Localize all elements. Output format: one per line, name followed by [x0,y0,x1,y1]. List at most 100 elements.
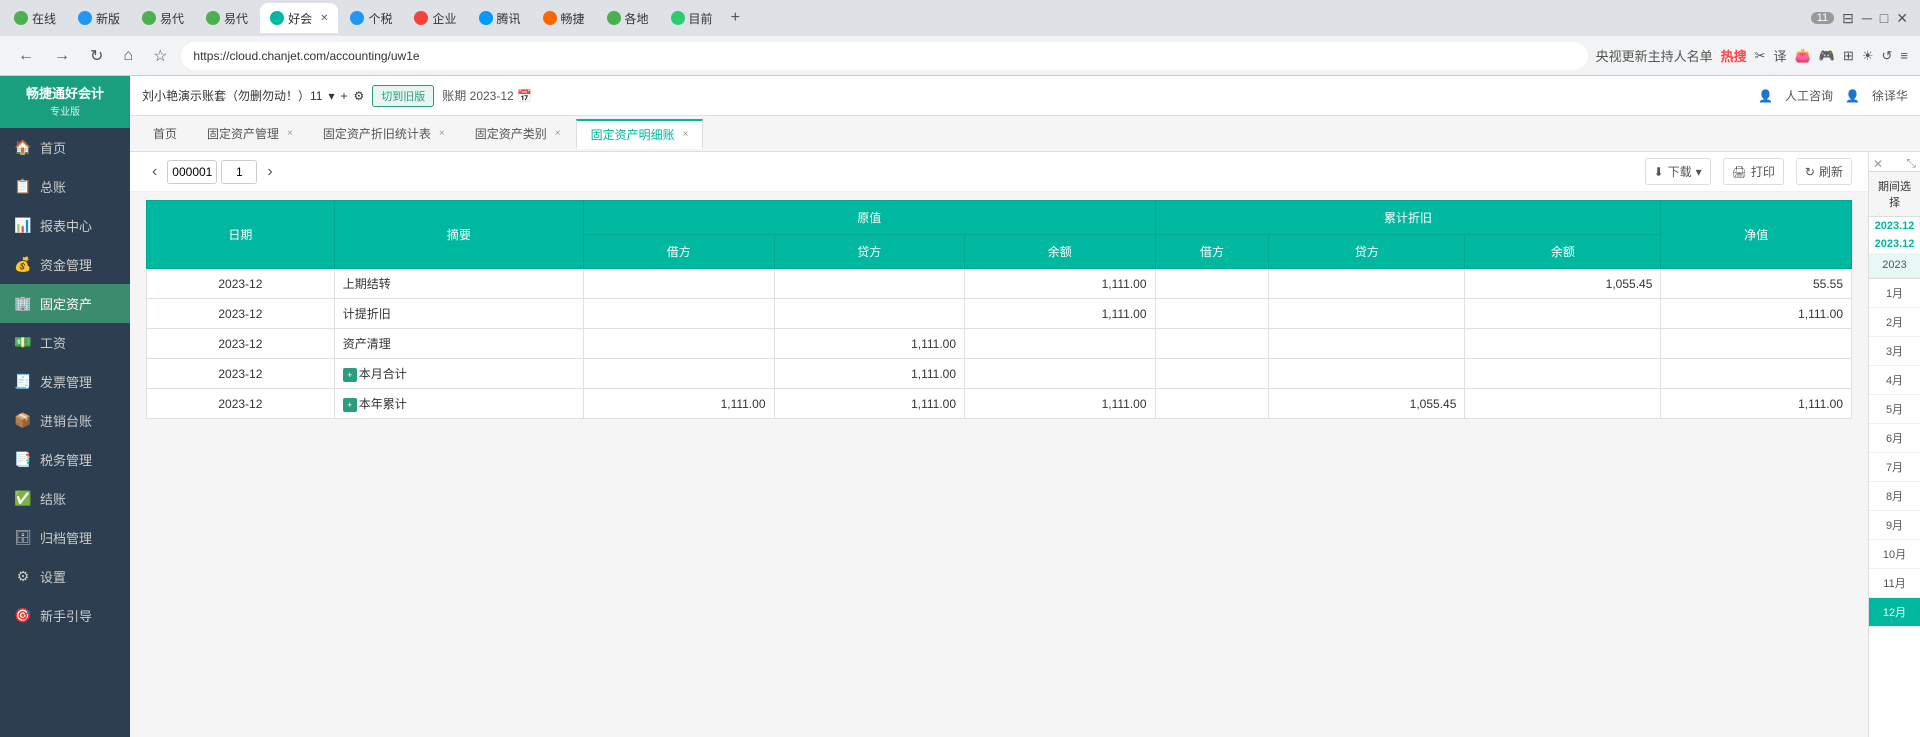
row5-accum-credit: 1,055.45 [1269,389,1465,419]
expand-panel-icon[interactable]: ⤡ [1906,156,1916,171]
sidebar-item-sales-ledger[interactable]: 📦 进销台账 [0,401,130,440]
period-month-1[interactable]: 1月 [1869,279,1920,308]
wallet-icon[interactable]: 👛 [1795,48,1811,64]
prev-page-button[interactable]: ‹ [146,161,163,183]
browser-tab-3[interactable]: 易代 [132,3,194,33]
row1-orig-credit [774,269,965,299]
sidebar-item-funds[interactable]: 💰 资金管理 [0,245,130,284]
period-month-7[interactable]: 7月 [1869,453,1920,482]
calendar-icon[interactable]: 📅 [517,89,532,103]
refresh-button[interactable]: ↻ 刷新 [1796,158,1852,185]
row3-orig-debit [583,329,774,359]
close-window-icon[interactable]: ✕ [1896,10,1908,27]
add-company-btn[interactable]: + [341,89,348,103]
download-button[interactable]: ⬇ 下载 ▾ [1645,158,1711,185]
browser-tab-11[interactable]: 目前 [661,3,723,33]
tab-favicon-3 [142,11,156,25]
menu-icon[interactable]: ≡ [1900,48,1908,63]
address-input[interactable] [181,42,1587,70]
sidebar-item-payroll[interactable]: 💵 工资 [0,323,130,362]
grid-icon[interactable]: ⊞ [1843,48,1854,64]
period-month-12[interactable]: 12月 [1869,598,1920,627]
period-year-2023[interactable]: 2023 [1869,253,1920,279]
tab-home[interactable]: 首页 [138,119,192,149]
brightness-icon[interactable]: ☀ [1862,48,1874,64]
consult-label[interactable]: 人工咨询 [1785,87,1833,104]
user-name[interactable]: 徐译华 [1872,87,1908,104]
sidebar-item-fixed-assets[interactable]: 🏢 固定资产 [0,284,130,323]
minimize-icon[interactable]: ─ [1862,10,1872,26]
refresh-icon: ↻ [1805,165,1815,179]
period-month-5[interactable]: 5月 [1869,395,1920,424]
browser-tab-2[interactable]: 新版 [68,3,130,33]
tab-close-fixed-asset-management[interactable]: × [287,128,293,139]
sidebar-item-close-period[interactable]: ✅ 结账 [0,479,130,518]
tab-close-depreciation-stats[interactable]: × [439,128,445,139]
sidebar-item-archive[interactable]: 🗄 归档管理 [0,518,130,557]
next-page-button[interactable]: › [261,161,278,183]
browser-tab-8[interactable]: 腾讯 [469,3,531,33]
reload-button[interactable]: ↻ [84,44,109,68]
page-num-input[interactable] [221,160,257,184]
pagination-area: ‹ › [146,160,279,184]
period-month-6[interactable]: 6月 [1869,424,1920,453]
browser-tab-5[interactable]: 好会 ✕ [260,3,338,33]
sidebar-item-tax[interactable]: 📑 税务管理 [0,440,130,479]
sidebar-item-guide[interactable]: 🎯 新手引导 [0,596,130,635]
row1-orig-debit [583,269,774,299]
forward-button[interactable]: → [48,45,76,67]
settings-company-btn[interactable]: ⚙ [354,89,365,103]
tab-close-asset-category[interactable]: × [555,128,561,139]
period-year-label[interactable]: 2023 [1869,253,1920,278]
period-month-9[interactable]: 9月 [1869,511,1920,540]
close-panel-icon[interactable]: ✕ [1873,157,1883,171]
tab-favicon-8 [479,11,493,25]
header-original-balance: 余额 [965,235,1156,269]
new-tab-button[interactable]: + [725,9,746,27]
translate-icon[interactable]: 译 [1774,46,1787,65]
tab-depreciation-stats[interactable]: 固定资产折旧统计表 × [308,119,460,149]
sidebar-item-home[interactable]: 🏠 首页 [0,128,130,167]
page-code-input[interactable] [167,160,217,184]
home-button[interactable]: ⌂ [117,45,139,67]
sidebar-item-settings[interactable]: ⚙ 设置 [0,557,130,596]
browser-tab-7[interactable]: 企业 [404,3,466,33]
tab-fixed-asset-management[interactable]: 固定资产管理 × [192,119,308,149]
row2-orig-debit [583,299,774,329]
sidebar-item-invoice[interactable]: 🧾 发票管理 [0,362,130,401]
browser-tab-1[interactable]: 在线 [4,3,66,33]
period-month-8[interactable]: 8月 [1869,482,1920,511]
back-button[interactable]: ← [12,45,40,67]
browser-tab-9[interactable]: 畅捷 [533,3,595,33]
browser-tab-6[interactable]: 个税 [340,3,402,33]
period-month-11[interactable]: 11月 [1869,569,1920,598]
tab-favicon-2 [78,11,92,25]
dropdown-arrow[interactable]: ▾ [328,89,334,103]
gamepad-icon[interactable]: 🎮 [1819,48,1835,64]
tab-close-5[interactable]: ✕ [320,13,328,24]
period-month-4[interactable]: 4月 [1869,366,1920,395]
sidebar-item-ledger[interactable]: 📋 总账 [0,167,130,206]
print-button[interactable]: 🖨 打印 [1723,158,1784,185]
tab-close-asset-detail[interactable]: × [683,129,689,140]
period-month-10[interactable]: 10月 [1869,540,1920,569]
table-row: 2023-12 上期结转 1,111.00 1,055.45 55.55 [147,269,1852,299]
header-net-value: 净值 [1661,201,1852,269]
tab-asset-detail-label: 固定资产明细账 [591,126,675,143]
browser-tab-10[interactable]: 各地 [597,3,659,33]
history-icon[interactable]: ↺ [1882,48,1893,64]
bookmark-button[interactable]: ☆ [147,44,173,68]
browser-tab-4[interactable]: 易代 [196,3,258,33]
sidebar-item-funds-label: 资金管理 [40,255,92,274]
period-month-3[interactable]: 3月 [1869,337,1920,366]
sidebar-item-reports[interactable]: 📊 报表中心 [0,206,130,245]
switch-version-button[interactable]: 切到旧版 [372,85,434,107]
maximize-icon[interactable]: □ [1880,10,1888,26]
sidebar-item-payroll-label: 工资 [40,333,66,352]
row2-accum-debit [1155,299,1269,329]
period-month-2[interactable]: 2月 [1869,308,1920,337]
tab-menu-icon[interactable]: ⊟ [1842,10,1854,27]
scissors-icon[interactable]: ✂ [1755,48,1766,64]
tab-asset-category[interactable]: 固定资产类别 × [460,119,576,149]
tab-asset-detail[interactable]: 固定资产明细账 × [576,119,704,149]
